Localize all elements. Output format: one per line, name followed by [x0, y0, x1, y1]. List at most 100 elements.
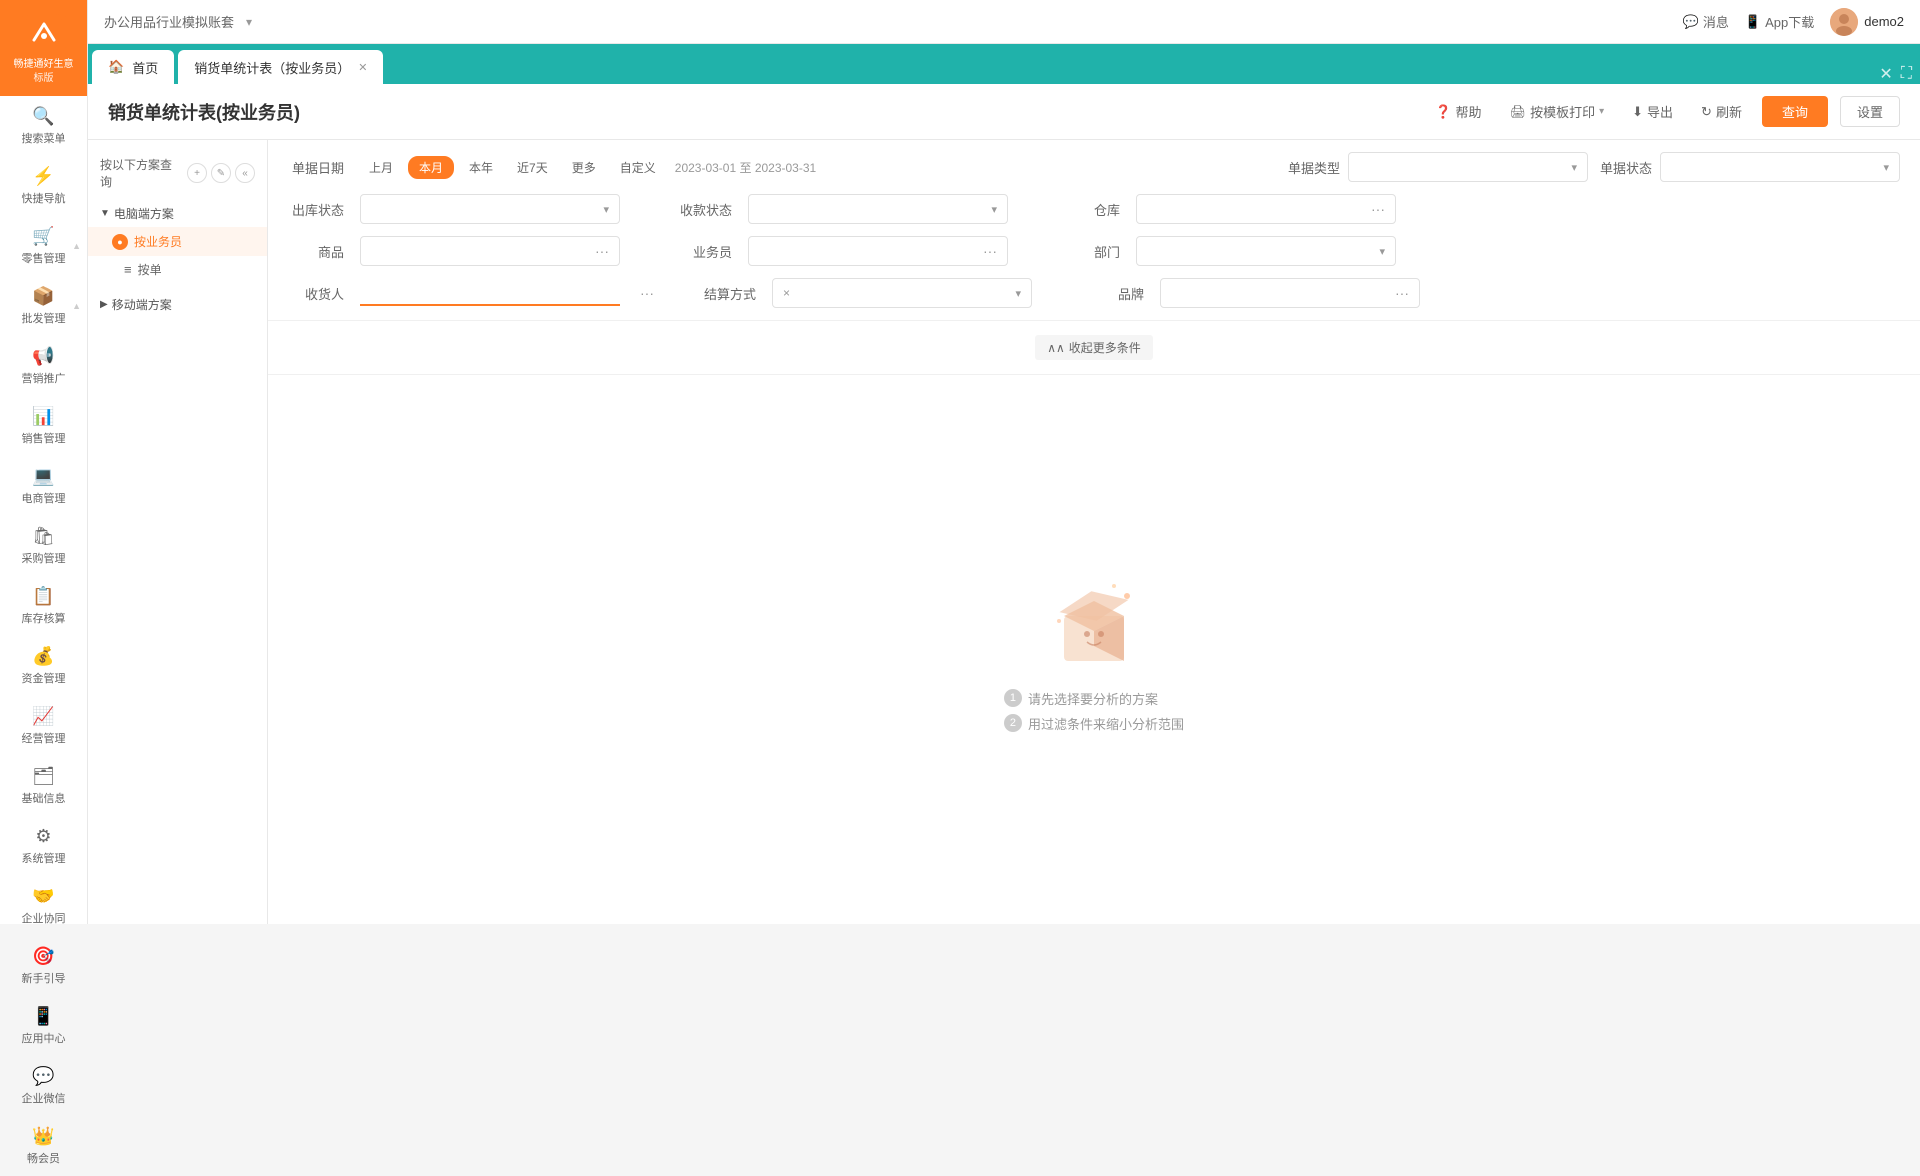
empty-state: 1 请先选择要分析的方案 2 用过滤条件来缩小分析范围	[268, 375, 1920, 924]
home-icon: 🏠	[108, 59, 124, 75]
tab-maximize-icon[interactable]: ⛶	[1901, 65, 1912, 83]
sidebar-item-base[interactable]: 🗂 基础信息	[0, 756, 87, 816]
status-label: 单据状态	[1596, 158, 1652, 177]
wholesale-arrow: ▲	[72, 301, 81, 311]
staff-select[interactable]: ···	[748, 236, 1008, 266]
finance-icon: 💰	[32, 646, 54, 667]
sidebar-item-app[interactable]: 📱 应用中心	[0, 996, 87, 1056]
sidebar-item-purchase[interactable]: 🛍 采购管理	[0, 516, 87, 576]
type-label: 单据类型	[1284, 158, 1340, 177]
goods-select[interactable]: ···	[360, 236, 620, 266]
settle-select[interactable]: × ▾	[772, 278, 1032, 308]
export-btn[interactable]: ⬇ 导出	[1624, 98, 1681, 125]
collapse-icon: ∧∧	[1047, 341, 1065, 355]
help-icon: ❓	[1435, 104, 1451, 120]
out-status-label: 出库状态	[288, 200, 344, 219]
sidebar-item-search[interactable]: 🔍 搜索菜单	[0, 96, 87, 156]
sidebar-item-label: 零售管理	[22, 250, 66, 266]
help-btn[interactable]: ❓ 帮助	[1427, 98, 1489, 125]
tab-close-icon[interactable]: ✕	[358, 61, 367, 74]
topbar-app-download[interactable]: 📱 App下载	[1745, 12, 1814, 31]
dept-label: 部门	[1064, 242, 1120, 261]
export-icon: ⬇	[1632, 104, 1643, 120]
staff-dots-icon: ···	[983, 243, 997, 259]
topbar-message[interactable]: 💬 消息	[1683, 12, 1729, 31]
collapse-btn[interactable]: ∧∧ 收起更多条件	[1035, 335, 1153, 360]
sidebar-item-label: 批发管理	[22, 310, 66, 326]
filter-row-4: 收货人 ··· 结算方式 × ▾ 品牌 ···	[288, 278, 1900, 308]
print-chevron-icon: ▾	[1599, 106, 1604, 117]
filter-panel: 单据日期 上月 本月 本年 近7天 更多 自定义 2023-03-01 至 20…	[268, 140, 1920, 924]
pay-status-select[interactable]: ▾	[748, 194, 1008, 224]
sidebar-item-label: 企业微信	[22, 1090, 66, 1106]
sidebar-item-stock[interactable]: 📋 库存核算	[0, 576, 87, 636]
date-label: 单据日期	[288, 158, 344, 177]
sidebar-item-operation[interactable]: 📈 经营管理	[0, 696, 87, 756]
workspace: 按以下方案查询 + ✎ « ▼ 电脑端方案 ● 按业务员	[88, 140, 1920, 924]
scheme-item-by-staff[interactable]: ● 按业务员	[88, 227, 267, 256]
shortcut-icon: ⚡	[32, 166, 54, 187]
topbar-right: 💬 消息 📱 App下载 demo2	[1683, 8, 1904, 36]
sidebar-item-member[interactable]: 👑 畅会员	[0, 1116, 87, 1176]
dept-chevron-icon: ▾	[1379, 245, 1385, 258]
settle-chevron-icon: ▾	[1015, 287, 1021, 300]
refresh-btn[interactable]: ↻ 刷新	[1693, 98, 1750, 125]
base-icon: 🗂	[32, 766, 55, 787]
brand-name: 畅捷通好生意 标版	[10, 58, 78, 86]
sidebar-item-newbie[interactable]: 🎯 新手引导	[0, 936, 87, 996]
status-chevron-icon: ▾	[1883, 161, 1889, 174]
panel-collapse-btn[interactable]: «	[235, 163, 255, 183]
desktop-scheme-section: ▼ 电脑端方案 ● 按业务员 ≡ 按单	[88, 196, 267, 287]
page-actions: ❓ 帮助 🖨 按模板打印 ▾ ⬇ 导出 ↻ 刷新 查询 设置	[1427, 96, 1900, 127]
template-print-btn[interactable]: 🖨 按模板打印 ▾	[1502, 98, 1613, 125]
warehouse-dots-icon: ···	[1371, 201, 1385, 217]
settle-clear-icon[interactable]: ×	[783, 286, 790, 300]
out-status-select[interactable]: ▾	[360, 194, 620, 224]
panel-add-btn[interactable]: +	[187, 163, 207, 183]
query-button[interactable]: 查询	[1762, 96, 1828, 127]
dept-select[interactable]: ▾	[1136, 236, 1396, 266]
filter-row-2: 出库状态 ▾ 收款状态 ▾ 仓库 ···	[288, 194, 1900, 224]
warehouse-select[interactable]: ···	[1136, 194, 1396, 224]
sidebar-item-enterprise[interactable]: 🤝 企业协同	[0, 876, 87, 936]
date-this-year[interactable]: 本年	[460, 155, 502, 180]
panel-edit-btn[interactable]: ✎	[211, 163, 231, 183]
sidebar-item-wechat[interactable]: 💬 企业微信	[0, 1056, 87, 1116]
sidebar-item-ecommerce[interactable]: 💻 电商管理	[0, 456, 87, 516]
desktop-scheme-label[interactable]: ▼ 电脑端方案	[88, 200, 267, 227]
brand-select[interactable]: ···	[1160, 278, 1420, 308]
type-select[interactable]: ▾	[1348, 152, 1588, 182]
sidebar-item-label: 快捷导航	[22, 190, 66, 206]
date-last-7days[interactable]: 近7天	[508, 155, 557, 180]
tab-close-window-icon[interactable]: ✕	[1879, 64, 1892, 84]
date-this-month[interactable]: 本月	[408, 156, 454, 179]
sidebar-item-shortcut[interactable]: ⚡ 快捷导航	[0, 156, 87, 216]
sidebar-item-finance[interactable]: 💰 资金管理	[0, 636, 87, 696]
tab-home[interactable]: 🏠 首页	[92, 50, 174, 84]
sidebar-item-sales[interactable]: 📊 销售管理	[0, 396, 87, 456]
retail-arrow: ▲	[72, 241, 81, 251]
date-custom[interactable]: 自定义	[611, 155, 665, 180]
sidebar-item-label: 营销推广	[22, 370, 66, 386]
sidebar-item-system[interactable]: ⚙ 系统管理	[0, 816, 87, 876]
sidebar-item-retail[interactable]: 🛒 零售管理 ▲	[0, 216, 87, 276]
sidebar-item-label: 新手引导	[22, 970, 66, 986]
topbar-chevron[interactable]: ▾	[246, 15, 252, 29]
status-select[interactable]: ▾	[1660, 152, 1900, 182]
tab-sales-stat[interactable]: 销货单统计表（按业务员） ✕	[178, 50, 383, 84]
topbar-user[interactable]: demo2	[1830, 8, 1904, 36]
sidebar-item-marketing[interactable]: 📢 营销推广	[0, 336, 87, 396]
sidebar-item-wholesale[interactable]: 📦 批发管理 ▲	[0, 276, 87, 336]
mobile-scheme-label[interactable]: ▶ 移动端方案	[88, 291, 267, 318]
scheme-item-by-order[interactable]: ≡ 按单	[88, 256, 267, 283]
date-last-month[interactable]: 上月	[360, 155, 402, 180]
operation-icon: 📈	[32, 706, 54, 727]
consignee-input[interactable]	[360, 281, 620, 306]
wechat-icon: 💬	[32, 1066, 54, 1087]
search-icon: 🔍	[32, 106, 54, 127]
page-title: 销货单统计表(按业务员)	[108, 99, 1427, 125]
enterprise-icon: 🤝	[32, 886, 54, 907]
date-more[interactable]: 更多	[563, 155, 605, 180]
settings-button[interactable]: 设置	[1840, 96, 1900, 127]
sidebar-item-label: 畅会员	[27, 1150, 60, 1166]
